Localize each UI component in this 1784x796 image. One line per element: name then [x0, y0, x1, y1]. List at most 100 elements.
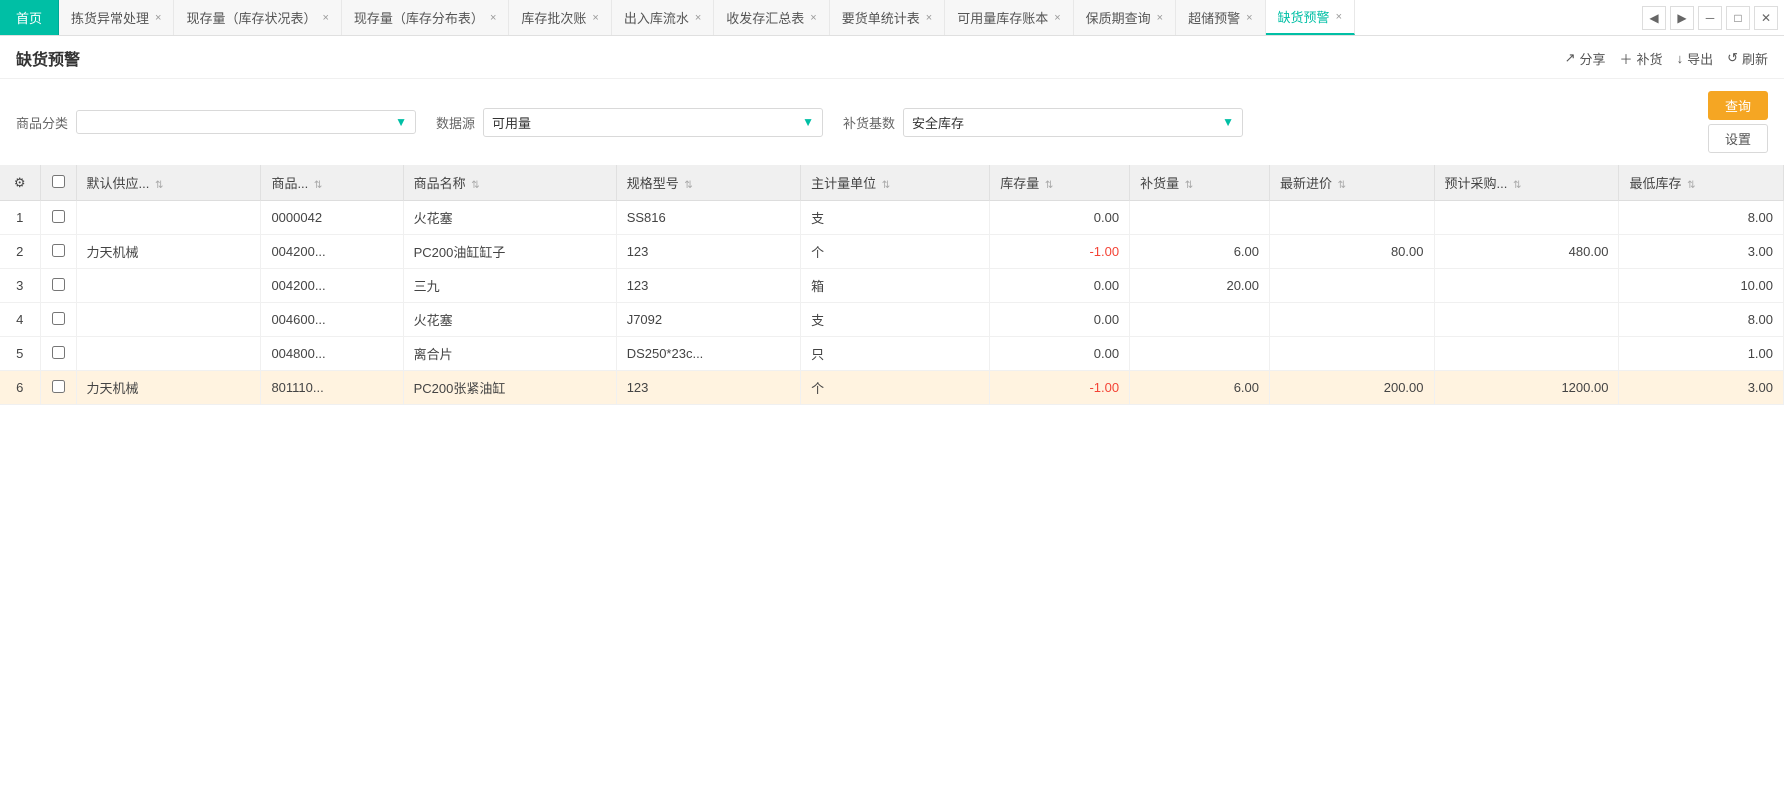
row-checkbox[interactable]: [52, 278, 65, 291]
tab-shortage[interactable]: 缺货预警 ×: [1266, 0, 1355, 35]
supplier-cell: [76, 337, 261, 371]
tab-close-inout-flow[interactable]: ×: [695, 12, 701, 24]
tab-label-batch-account: 库存批次账: [521, 8, 586, 27]
tab-close-available-ledger[interactable]: ×: [1054, 12, 1060, 24]
tab-receive-summary[interactable]: 收发存汇总表 ×: [714, 0, 829, 35]
tab-close-inventory-status[interactable]: ×: [322, 12, 328, 24]
col-spec-label: 规格型号: [627, 176, 679, 191]
replenish-cell: [1130, 201, 1270, 235]
replenish-cell: 6.00: [1130, 235, 1270, 269]
replenish-base-select[interactable]: 安全库存 ▼: [903, 108, 1243, 137]
tab-close-expiry-query[interactable]: ×: [1157, 12, 1163, 24]
row-checkbox[interactable]: [52, 210, 65, 223]
row-checkbox[interactable]: [52, 346, 65, 359]
setting-button[interactable]: 设置: [1708, 124, 1768, 153]
col-goods-code[interactable]: 商品... ⇅: [261, 165, 403, 201]
est-purchase-cell: 1200.00: [1434, 371, 1619, 405]
select-all-checkbox[interactable]: [52, 175, 65, 188]
window-close-button[interactable]: ✕: [1754, 6, 1778, 30]
row-checkbox[interactable]: [52, 380, 65, 393]
row-checkbox[interactable]: [52, 312, 65, 325]
tab-close-receive-summary[interactable]: ×: [810, 12, 816, 24]
col-unit[interactable]: 主计量单位 ⇅: [801, 165, 990, 201]
header-actions: ↗ 分享 ＋ 补货 ↓ 导出 ↺ 刷新: [1565, 49, 1768, 68]
tab-close-order-stats[interactable]: ×: [926, 12, 932, 24]
goods-name-cell: 三九: [403, 269, 616, 303]
col-check[interactable]: [40, 165, 76, 201]
latest-price-cell: [1270, 337, 1434, 371]
col-replenish[interactable]: 补货量 ⇅: [1130, 165, 1270, 201]
goods-code-cell: 0000042: [261, 201, 403, 235]
col-stock-label: 库存量: [1000, 176, 1039, 191]
share-button[interactable]: ↗ 分享: [1565, 49, 1606, 68]
unit-cell: 箱: [801, 269, 990, 303]
goods-name-cell: PC200张紧油缸: [403, 371, 616, 405]
goods-name-cell: PC200油缸缸子: [403, 235, 616, 269]
tab-expiry-query[interactable]: 保质期查询×: [1074, 0, 1176, 35]
col-stock[interactable]: 库存量 ⇅: [990, 165, 1130, 201]
replenish-button[interactable]: ＋ 补货: [1620, 49, 1663, 68]
window-min-button[interactable]: ─: [1698, 6, 1722, 30]
share-label: 分享: [1580, 49, 1606, 68]
tab-home[interactable]: 首页: [0, 0, 59, 35]
tab-pick-abnormal[interactable]: 拣货异常处理×: [59, 0, 174, 35]
datasource-label: 数据源: [436, 113, 475, 132]
tab-close-overstock[interactable]: ×: [1246, 12, 1252, 24]
row-gear-cell: 1: [0, 201, 40, 235]
tab-bar: 首页 拣货异常处理×现存量（库存状况表）×现存量（库存分布表）×库存批次账×出入…: [0, 0, 1784, 36]
tab-label-order-stats: 要货单统计表: [842, 8, 920, 27]
category-select[interactable]: ▼: [76, 110, 416, 134]
tab-inout-flow[interactable]: 出入库流水×: [612, 0, 714, 35]
unit-cell: 个: [801, 235, 990, 269]
tab-next-button[interactable]: ▶: [1670, 6, 1694, 30]
tab-prev-button[interactable]: ◀: [1642, 6, 1666, 30]
col-gear[interactable]: ⚙: [0, 165, 40, 201]
share-icon: ↗: [1565, 50, 1576, 66]
tab-order-stats[interactable]: 要货单统计表 ×: [830, 0, 945, 35]
tab-available-ledger[interactable]: 可用量库存账本×: [945, 0, 1073, 35]
replenish-base-filter: 补货基数 安全库存 ▼: [843, 108, 1243, 137]
goods-code-cell: 004600...: [261, 303, 403, 337]
col-min-stock-label: 最低库存: [1629, 176, 1681, 191]
replenish-cell: [1130, 337, 1270, 371]
export-button[interactable]: ↓ 导出: [1677, 49, 1714, 68]
est-purchase-cell: 480.00: [1434, 235, 1619, 269]
tab-close-shortage[interactable]: ×: [1336, 11, 1342, 23]
tab-overstock[interactable]: 超储预警×: [1176, 0, 1265, 35]
col-est-purchase[interactable]: 预计采购... ⇅: [1434, 165, 1619, 201]
row-checkbox[interactable]: [52, 244, 65, 257]
col-min-stock[interactable]: 最低库存 ⇅: [1619, 165, 1784, 201]
replenish-base-label: 补货基数: [843, 113, 895, 132]
col-latest-price-label: 最新进价: [1280, 176, 1332, 191]
row-checkbox-cell: [40, 201, 76, 235]
latest-price-cell: 80.00: [1270, 235, 1434, 269]
col-spec[interactable]: 规格型号 ⇅: [616, 165, 800, 201]
col-latest-price[interactable]: 最新进价 ⇅: [1270, 165, 1434, 201]
tab-close-inventory-dist[interactable]: ×: [490, 12, 496, 24]
datasource-select[interactable]: 可用量 ▼: [483, 108, 823, 137]
replenish-cell: [1130, 303, 1270, 337]
col-goods-name[interactable]: 商品名称 ⇅: [403, 165, 616, 201]
filter-actions: 查询 设置: [1708, 91, 1768, 153]
tab-label-shortage: 缺货预警: [1278, 7, 1330, 26]
goods-name-cell: 火花塞: [403, 201, 616, 235]
row-gear-cell: 4: [0, 303, 40, 337]
min-stock-sort-icon: ⇅: [1687, 180, 1695, 191]
est-purchase-cell: [1434, 337, 1619, 371]
query-button[interactable]: 查询: [1708, 91, 1768, 120]
refresh-button[interactable]: ↺ 刷新: [1727, 49, 1768, 68]
table-row: 6力天机械801110...PC200张紧油缸123个-1.006.00200.…: [0, 371, 1784, 405]
tab-inventory-status[interactable]: 现存量（库存状况表）×: [174, 0, 341, 35]
table-row: 10000042火花塞SS816支0.008.00: [0, 201, 1784, 235]
tab-close-pick-abnormal[interactable]: ×: [155, 12, 161, 24]
category-filter: 商品分类 ▼: [16, 110, 416, 134]
tab-nav-buttons: ◀ ▶ ─ □ ✕: [1636, 6, 1784, 30]
tab-inventory-dist[interactable]: 现存量（库存分布表）×: [342, 0, 509, 35]
tab-close-batch-account[interactable]: ×: [592, 12, 598, 24]
tab-label-receive-summary: 收发存汇总表: [726, 8, 804, 27]
page-title: 缺货预警: [16, 46, 80, 70]
window-max-button[interactable]: □: [1726, 6, 1750, 30]
goods-name-sort-icon: ⇅: [471, 180, 479, 191]
tab-batch-account[interactable]: 库存批次账 ×: [509, 0, 611, 35]
col-supplier[interactable]: 默认供应... ⇅: [76, 165, 261, 201]
